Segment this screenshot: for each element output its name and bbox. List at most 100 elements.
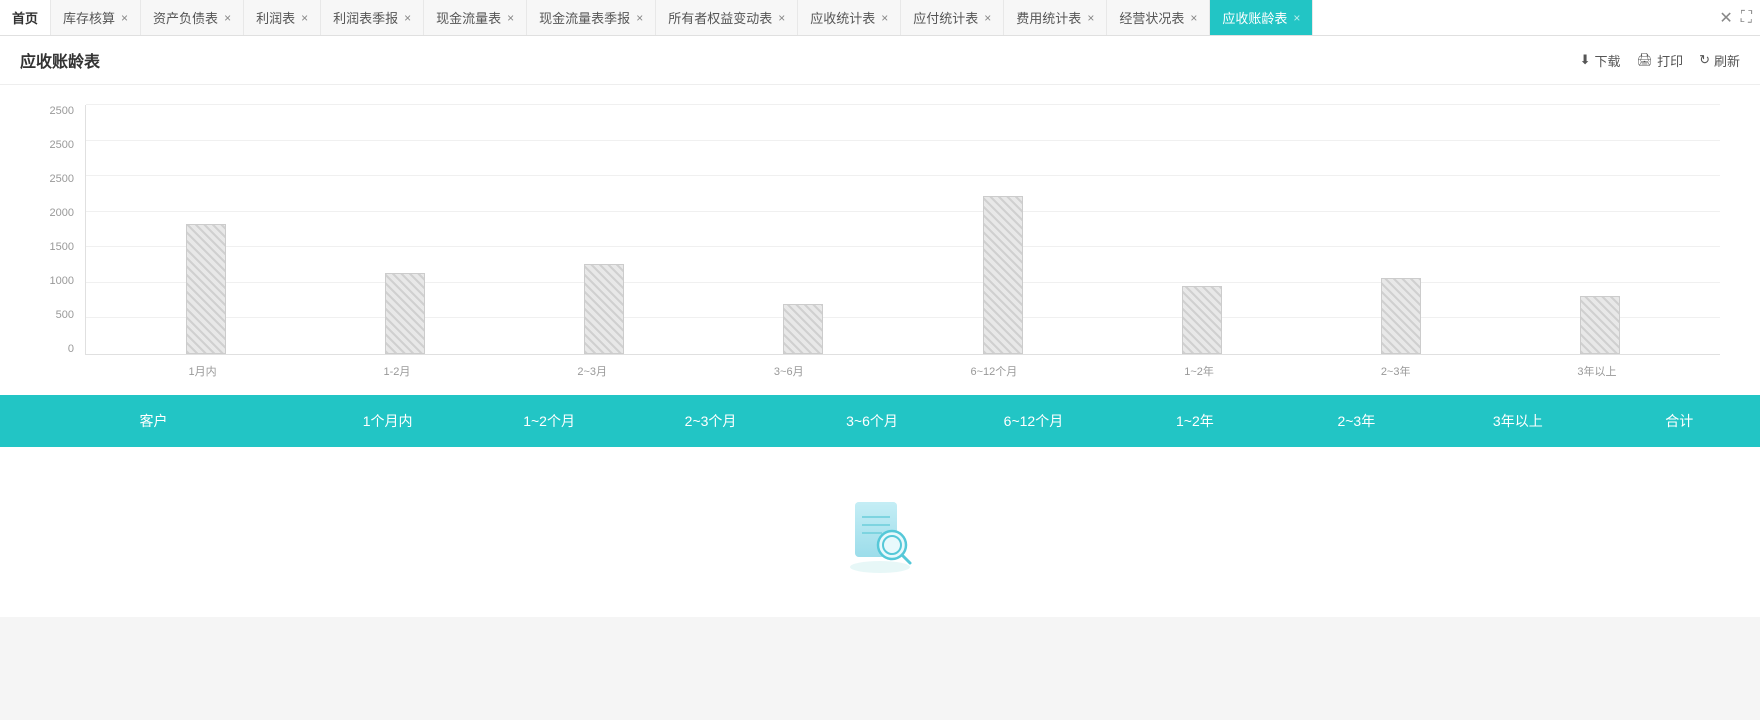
th-9: 合计 (1599, 411, 1760, 431)
tab-inventory[interactable]: 库存核算 × (51, 0, 141, 36)
tab-label-inventory: 库存核算 (63, 8, 115, 27)
refresh-label: 刷新 (1714, 51, 1740, 70)
th-2: 1~2个月 (468, 411, 629, 431)
tab-expense-stats[interactable]: 费用统计表 × (1004, 0, 1107, 36)
print-icon: 🖨 (1637, 52, 1654, 68)
tab-home[interactable]: 首页 (0, 0, 51, 36)
tab-label-operations: 经营状况表 (1119, 8, 1184, 27)
bar-0 (186, 224, 226, 354)
download-label: 下载 (1595, 51, 1621, 70)
empty-icon (830, 487, 930, 577)
tab-label-profit: 利润表 (256, 8, 295, 27)
main-content: 0 500 1000 1500 2000 2500 2500 2500 (0, 85, 1760, 617)
tab-close-ar-aging[interactable]: × (1293, 11, 1300, 25)
th-6: 1~2年 (1114, 411, 1275, 431)
tab-profit-quarterly[interactable]: 利润表季报 × (321, 0, 424, 36)
y-label-0: 0 (68, 343, 74, 355)
tab-label-ar-aging: 应收账龄表 (1222, 8, 1287, 27)
bar-col-5 (1182, 286, 1222, 354)
bar-1 (385, 273, 425, 354)
y-label-2000: 2000 (50, 207, 74, 219)
x-label-0: 1月内 (188, 363, 216, 379)
y-label-500: 500 (56, 309, 74, 321)
refresh-button[interactable]: ↻ 刷新 (1699, 51, 1740, 70)
tab-cashflow[interactable]: 现金流量表 × (424, 0, 527, 36)
bar-col-4 (983, 196, 1023, 354)
bar-col-0 (186, 224, 226, 354)
tab-label-profit-quarterly: 利润表季报 (333, 8, 398, 27)
tab-ar-aging[interactable]: 应收账龄表 × (1210, 0, 1313, 36)
y-label-2500b: 2500 (50, 139, 74, 151)
refresh-icon: ↻ (1699, 52, 1710, 68)
maximize-button[interactable]: ⛶ (1741, 9, 1752, 27)
x-label-2: 2~3月 (577, 363, 607, 379)
chart-container: 0 500 1000 1500 2000 2500 2500 2500 (40, 105, 1720, 385)
bar-7 (1580, 296, 1620, 354)
tab-home-label: 首页 (12, 8, 38, 27)
bar-col-7 (1580, 296, 1620, 354)
x-label-5: 1~2年 (1184, 363, 1214, 379)
tab-label-balance-sheet: 资产负债表 (153, 8, 218, 27)
chart-area: 0 500 1000 1500 2000 2500 2500 2500 (0, 85, 1760, 395)
x-label-7: 3年以上 (1577, 363, 1616, 379)
tab-label-ap-stats: 应付统计表 (913, 8, 978, 27)
tab-close-ap-stats[interactable]: × (984, 11, 991, 25)
tab-label-cashflow-quarterly: 现金流量表季报 (539, 8, 630, 27)
tab-label-ar-stats: 应收统计表 (810, 8, 875, 27)
print-button[interactable]: 🖨 打印 (1637, 51, 1684, 70)
tab-cashflow-quarterly[interactable]: 现金流量表季报 × (527, 0, 656, 36)
tab-ar-stats[interactable]: 应收统计表 × (798, 0, 901, 36)
tab-close-profit-quarterly[interactable]: × (404, 11, 411, 25)
x-label-1: 1-2月 (384, 363, 411, 379)
x-label-6: 2~3年 (1381, 363, 1411, 379)
bar-6 (1381, 278, 1421, 354)
tab-close-equity[interactable]: × (778, 11, 785, 25)
tab-label-cashflow: 现金流量表 (436, 8, 501, 27)
print-label: 打印 (1657, 51, 1683, 70)
table-header: 客户1个月内1~2个月2~3个月3~6个月6~12个月1~2年2~3年3年以上合… (0, 395, 1760, 447)
tab-label-expense-stats: 费用统计表 (1016, 8, 1081, 27)
bar-col-1 (385, 273, 425, 354)
tab-close-cashflow-quarterly[interactable]: × (636, 11, 643, 25)
y-axis: 0 500 1000 1500 2000 2500 2500 2500 (40, 105, 80, 355)
tab-ap-stats[interactable]: 应付统计表 × (901, 0, 1004, 36)
tab-operations[interactable]: 经营状况表 × (1107, 0, 1210, 36)
tab-balance-sheet[interactable]: 资产负债表 × (141, 0, 244, 36)
bar-2 (584, 264, 624, 354)
tab-close-cashflow[interactable]: × (507, 11, 514, 25)
th-4: 3~6个月 (791, 411, 952, 431)
bar-col-3 (783, 304, 823, 354)
th-1: 1个月内 (307, 411, 468, 431)
th-5: 6~12个月 (953, 411, 1114, 431)
y-label-1500: 1500 (50, 241, 74, 253)
bar-col-2 (584, 264, 624, 354)
page-header: 应收账龄表 ⬇ 下载 🖨 打印 ↻ 刷新 (0, 36, 1760, 85)
tab-close-profit[interactable]: × (301, 11, 308, 25)
y-label-2500c: 2500 (50, 105, 74, 117)
tab-equity[interactable]: 所有者权益变动表 × (656, 0, 798, 36)
x-label-4: 6~12个月 (971, 363, 1018, 379)
window-controls: ✕ ⛶ (1711, 8, 1760, 28)
bars-group (86, 105, 1720, 354)
y-label-2500a: 2500 (50, 173, 74, 185)
th-7: 2~3年 (1276, 411, 1437, 431)
chart-inner (85, 105, 1720, 355)
tab-close-ar-stats[interactable]: × (881, 11, 888, 25)
th-8: 3年以上 (1437, 411, 1598, 431)
page-title: 应收账龄表 (20, 48, 100, 72)
bar-3 (783, 304, 823, 354)
th-0: 客户 (0, 411, 307, 431)
tab-close-expense-stats[interactable]: × (1087, 11, 1094, 25)
tab-profit[interactable]: 利润表 × (244, 0, 321, 36)
download-icon: ⬇ (1580, 52, 1591, 68)
tab-close-inventory[interactable]: × (121, 11, 128, 25)
tab-close-balance-sheet[interactable]: × (224, 11, 231, 25)
tab-label-equity: 所有者权益变动表 (668, 8, 772, 27)
bar-4 (983, 196, 1023, 354)
empty-state (0, 447, 1760, 617)
x-label-3: 3~6月 (774, 363, 804, 379)
tab-close-operations[interactable]: × (1190, 11, 1197, 25)
download-button[interactable]: ⬇ 下载 (1580, 51, 1621, 70)
minimize-button[interactable]: ✕ (1719, 8, 1732, 28)
tab-bar: 首页 库存核算×资产负债表×利润表×利润表季报×现金流量表×现金流量表季报×所有… (0, 0, 1760, 36)
